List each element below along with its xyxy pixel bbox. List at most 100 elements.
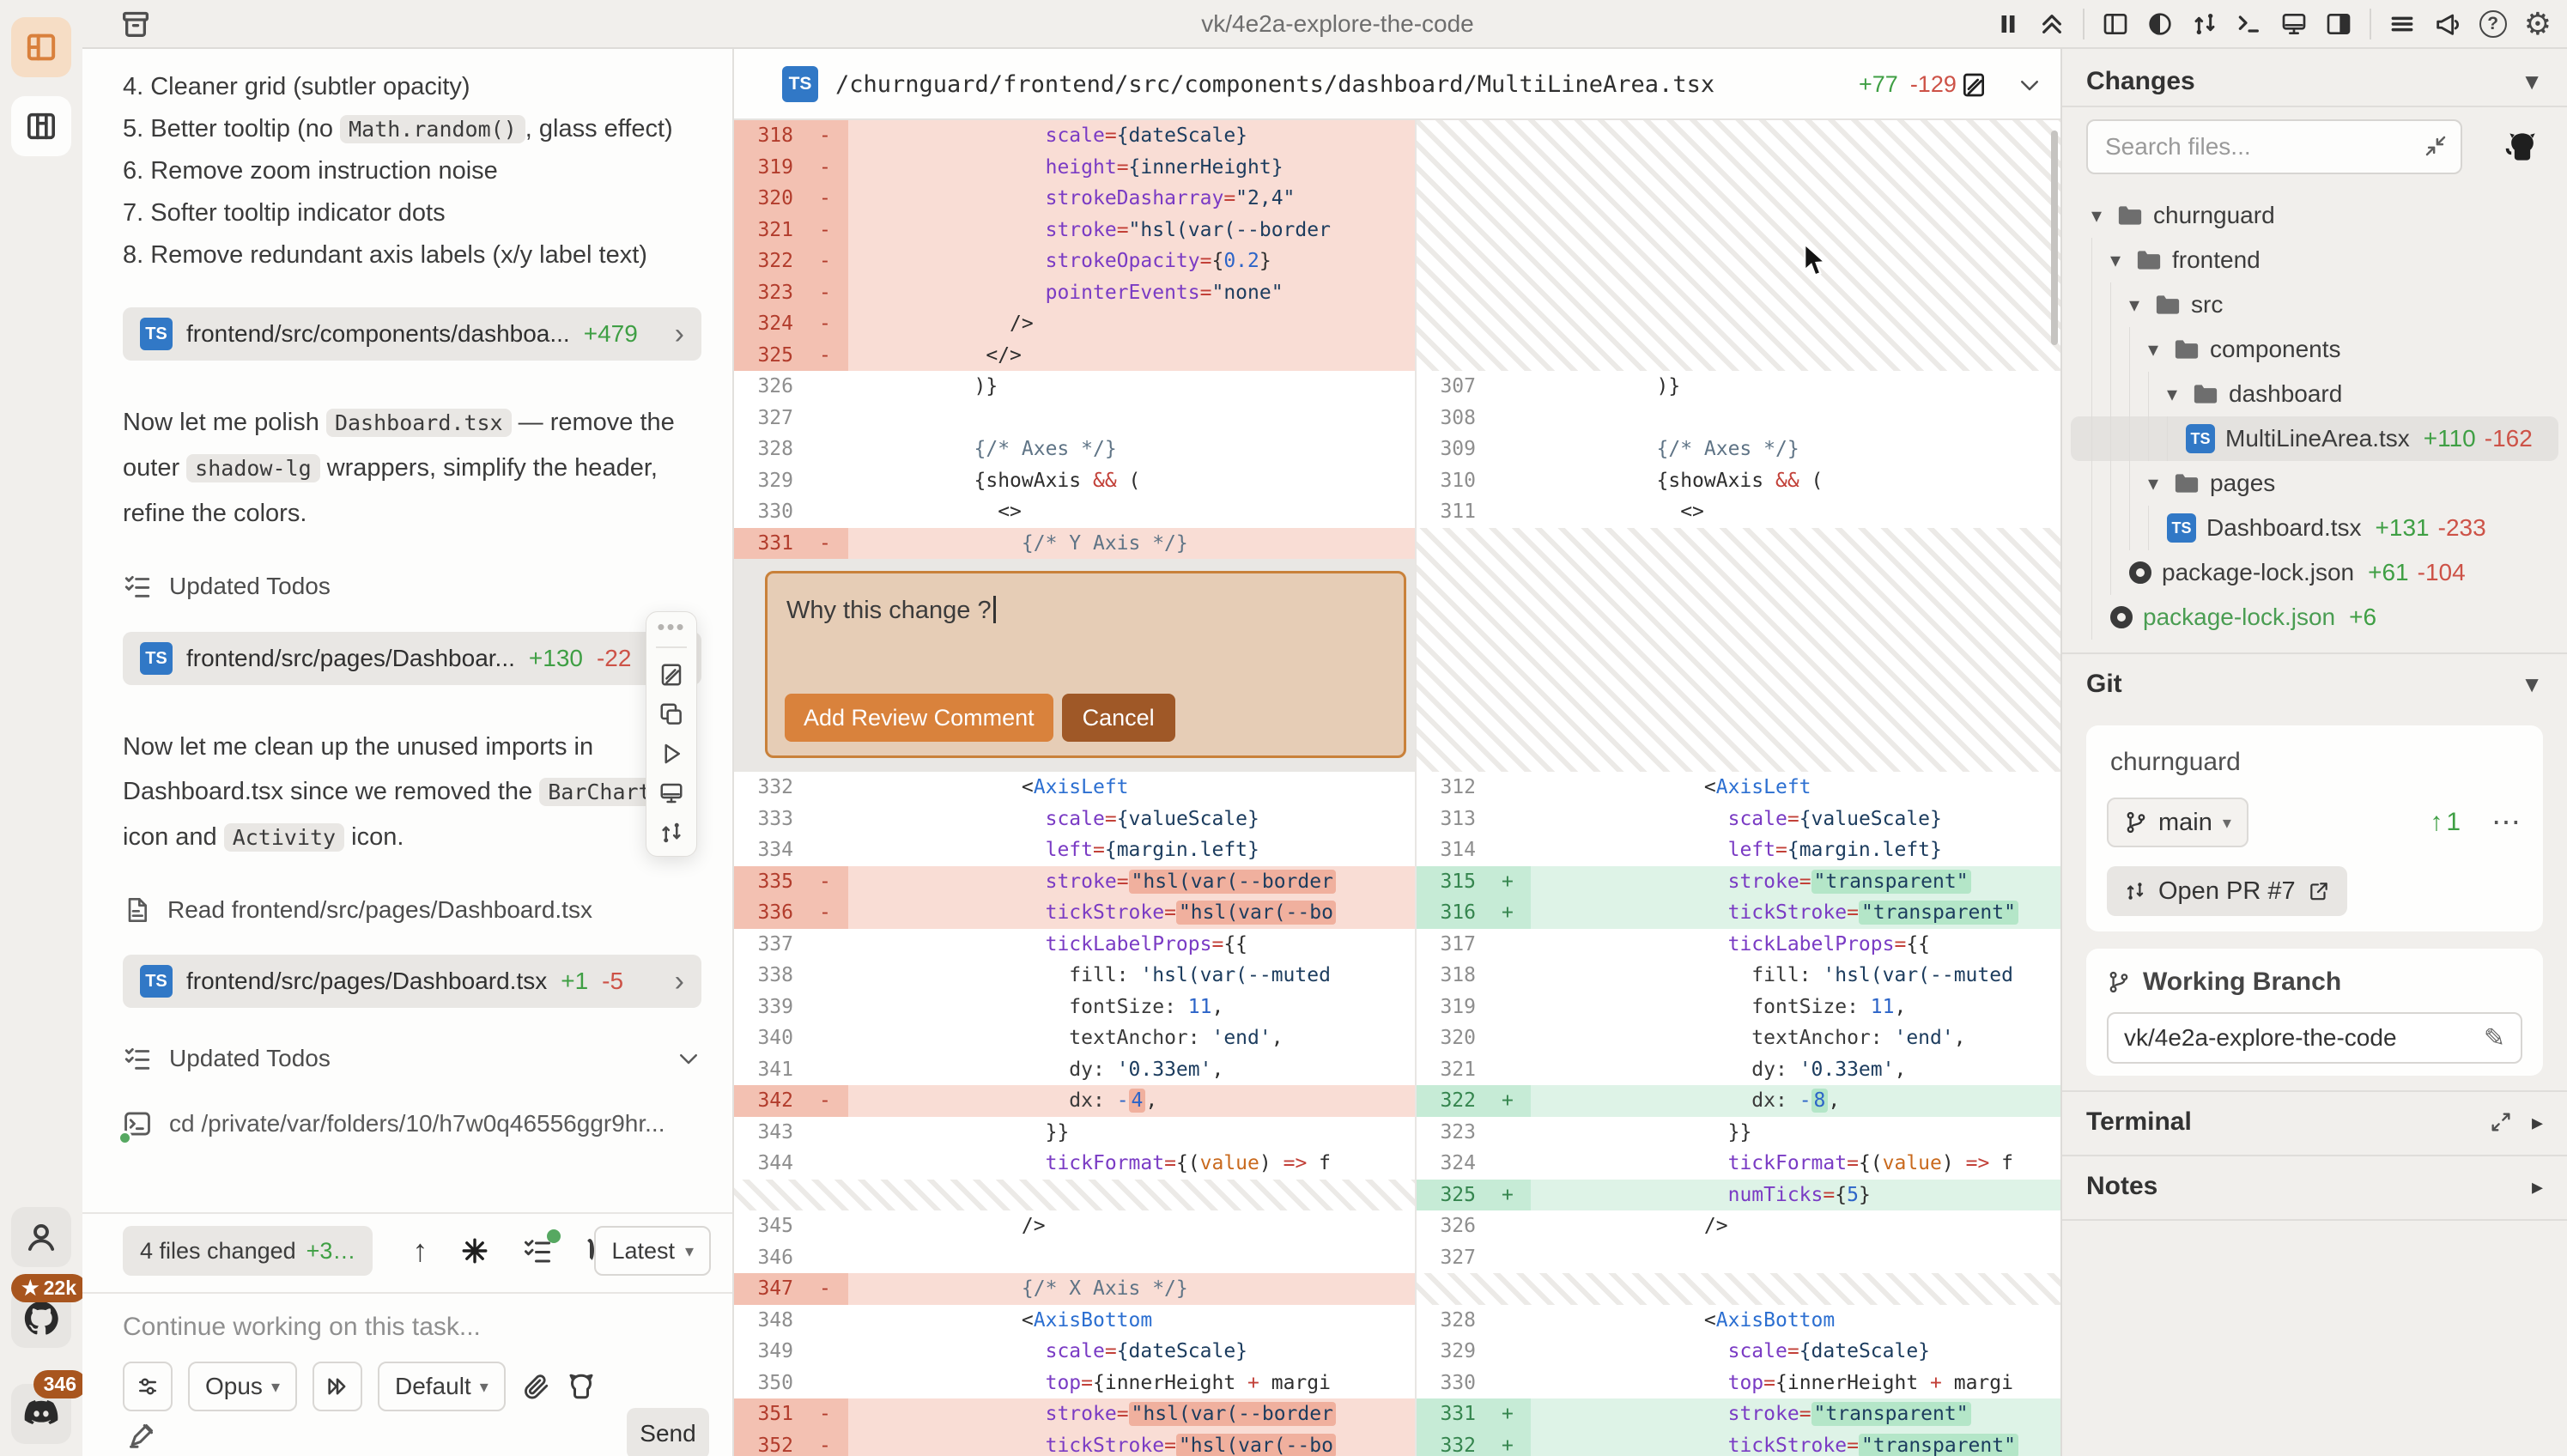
pause-icon[interactable] xyxy=(1995,11,2021,37)
diff-line-new[interactable]: 318fill: 'hsl(var(--muted xyxy=(1417,960,2060,992)
todo-row[interactable]: Updated Todos xyxy=(123,572,701,601)
git-compare-icon[interactable] xyxy=(658,820,684,846)
review-comment-text[interactable]: Why this change ? xyxy=(786,596,996,625)
panel-left-icon[interactable] xyxy=(2102,10,2129,38)
diff-line-old[interactable]: 343}} xyxy=(734,1117,1415,1149)
highlighter-icon[interactable] xyxy=(127,1419,158,1450)
push-ahead-count[interactable]: ↑ 1 xyxy=(2430,808,2461,837)
diff-line-old[interactable]: 342-dx: -4, xyxy=(734,1085,1415,1117)
diff-line-new[interactable]: 310{showAxis && ( xyxy=(1417,465,2060,497)
version-dropdown[interactable]: Latest▾ xyxy=(594,1226,711,1276)
diff-line-old[interactable]: 348<AxisBottom xyxy=(734,1305,1415,1337)
tree-file-row[interactable]: package-lock.json+6 xyxy=(2071,595,2558,640)
diff-line-new[interactable]: 315+stroke="transparent" xyxy=(1417,866,2060,898)
chevron-down-icon[interactable]: ▾ xyxy=(2148,471,2174,496)
diff-line-old[interactable]: 344tickFormat={(value) => f xyxy=(734,1148,1415,1180)
mode-dropdown[interactable]: Default▾ xyxy=(378,1362,506,1411)
diff-line-new[interactable]: 327 xyxy=(1417,1242,2060,1274)
diff-line-new[interactable]: 307)} xyxy=(1417,371,2060,403)
edit-pencil-icon[interactable]: ✎ xyxy=(2484,1023,2505,1053)
todo-row[interactable]: Updated Todos xyxy=(123,1044,701,1073)
diff-line-old[interactable]: 340textAnchor: 'end', xyxy=(734,1022,1415,1054)
monitor-icon[interactable] xyxy=(2280,10,2308,38)
diff-line-new[interactable]: 313scale={valueScale} xyxy=(1417,804,2060,835)
tree-file-row[interactable]: TSMultiLineArea.tsx+110-162 xyxy=(2071,416,2558,461)
diff-line-new[interactable]: 326/> xyxy=(1417,1210,2060,1242)
chevron-down-icon[interactable]: ▾ xyxy=(2091,203,2117,228)
diff-line-old[interactable]: 327 xyxy=(734,403,1415,434)
spark-icon[interactable] xyxy=(460,1236,489,1265)
notes-section-header[interactable]: Notes ▸ xyxy=(2062,1161,2567,1212)
discord-button[interactable]: 346 xyxy=(11,1384,71,1444)
diff-line-old[interactable]: 349scale={dateScale} xyxy=(734,1336,1415,1368)
diff-line-old[interactable]: 323-pointerEvents="none" xyxy=(734,277,1415,309)
diff-line-old[interactable]: 324-/> xyxy=(734,308,1415,340)
diff-line-old[interactable]: 330<> xyxy=(734,496,1415,528)
tree-folder-row[interactable]: ▾frontend xyxy=(2071,238,2558,282)
diff-line-old[interactable]: 345/> xyxy=(734,1210,1415,1242)
diff-line-old[interactable]: 352-tickStroke="hsl(var(--bo xyxy=(734,1430,1415,1456)
chevron-down-icon[interactable]: ▾ xyxy=(2167,382,2193,407)
panel-right-icon[interactable] xyxy=(2325,10,2352,38)
help-icon[interactable]: ? xyxy=(2479,10,2507,38)
diff-line-new[interactable]: 332+tickStroke="transparent" xyxy=(1417,1430,2060,1456)
diff-line-new[interactable]: 309{/* Axes */} xyxy=(1417,434,2060,465)
copy-icon[interactable] xyxy=(658,701,684,727)
model-dropdown[interactable]: Opus▾ xyxy=(188,1362,297,1411)
tree-file-row[interactable]: package-lock.json+61-104 xyxy=(2071,550,2558,595)
cancel-button[interactable]: Cancel xyxy=(1062,694,1175,742)
attach-icon[interactable] xyxy=(521,1372,550,1401)
branch-dropdown[interactable]: main▾ xyxy=(2107,798,2248,847)
diff-line-new[interactable]: 316+tickStroke="transparent" xyxy=(1417,897,2060,929)
todos-icon[interactable] xyxy=(522,1235,553,1266)
diff-line-old[interactable]: 329{showAxis && ( xyxy=(734,465,1415,497)
file-edit-chip[interactable]: TSfrontend/src/components/dashboa...+479… xyxy=(123,307,701,361)
chevron-down-icon[interactable]: ▾ xyxy=(2129,293,2155,318)
composer-input[interactable]: Continue working on this task... xyxy=(123,1313,481,1342)
tree-folder-row[interactable]: ▾src xyxy=(2071,282,2558,327)
diff-line-new[interactable]: 308 xyxy=(1417,403,2060,434)
diff-line-old[interactable]: 339fontSize: 11, xyxy=(734,992,1415,1023)
diff-line-new[interactable]: 328<AxisBottom xyxy=(1417,1305,2060,1337)
diff-line-old[interactable]: 334left={margin.left} xyxy=(734,834,1415,866)
terminal-command-row[interactable]: cd /private/var/folders/10/h7w0q46556ggr… xyxy=(123,1109,701,1138)
diff-line-new[interactable]: 317tickLabelProps={{ xyxy=(1417,929,2060,961)
terminal-icon[interactable] xyxy=(2236,10,2263,38)
diff-line-old[interactable]: 322-strokeOpacity={0.2} xyxy=(734,246,1415,277)
tree-folder-row[interactable]: ▾components xyxy=(2071,327,2558,372)
diff-line-old[interactable]: 346 xyxy=(734,1242,1415,1274)
megaphone-icon[interactable] xyxy=(2433,9,2462,39)
chevron-down-icon[interactable] xyxy=(676,1046,701,1071)
github-stars-button[interactable]: ★22k xyxy=(11,1288,71,1348)
diff-line-new[interactable]: 324tickFormat={(value) => f xyxy=(1417,1148,2060,1180)
diff-line-old[interactable]: 318-scale={dateScale} xyxy=(734,120,1415,152)
diff-line-old[interactable]: 326)} xyxy=(734,371,1415,403)
search-files-input[interactable] xyxy=(2086,119,2462,174)
collapse-all-icon[interactable] xyxy=(2038,10,2066,38)
diff-line-new[interactable]: 323}} xyxy=(1417,1117,2060,1149)
diff-line-new[interactable]: 319fontSize: 11, xyxy=(1417,992,2060,1023)
add-review-comment-button[interactable]: Add Review Comment xyxy=(785,694,1053,742)
diff-line-old[interactable]: 325-</> xyxy=(734,340,1415,372)
github-cat-icon[interactable] xyxy=(566,1371,597,1402)
collapse-tree-icon[interactable] xyxy=(2423,133,2449,159)
diff-line-old[interactable]: 332<AxisLeft xyxy=(734,772,1415,804)
diff-line-new[interactable]: 320textAnchor: 'end', xyxy=(1417,1022,2060,1054)
workspace-layout-button[interactable] xyxy=(11,17,71,77)
ignore-whitespace-icon[interactable] xyxy=(1960,71,1987,99)
diff-line-old[interactable]: 341dy: '0.33em', xyxy=(734,1054,1415,1086)
terminal-section-header[interactable]: Terminal ▸ xyxy=(2062,1096,2567,1148)
fast-forward-button[interactable] xyxy=(313,1362,362,1411)
menu-icon[interactable] xyxy=(2388,10,2416,38)
diff-line-old[interactable]: 350top={innerHeight + margi xyxy=(734,1368,1415,1399)
archive-icon[interactable] xyxy=(118,7,153,41)
diff-line-old[interactable]: 320-strokeDasharray="2,4" xyxy=(734,183,1415,215)
contrast-icon[interactable] xyxy=(2146,10,2174,38)
file-edit-chip[interactable]: TSfrontend/src/pages/Dashboard.tsx+1-5› xyxy=(123,955,701,1008)
send-button[interactable]: Send xyxy=(627,1408,709,1456)
diff-line-new[interactable]: 312<AxisLeft xyxy=(1417,772,2060,804)
diff-line-new[interactable]: 322+dx: -8, xyxy=(1417,1085,2060,1117)
diff-line-old[interactable]: 337tickLabelProps={{ xyxy=(734,929,1415,961)
file-edit-chip[interactable]: TSfrontend/src/pages/Dashboar...+130-22 xyxy=(123,632,701,685)
working-branch-input[interactable]: vk/4e2a-explore-the-code ✎ xyxy=(2107,1012,2522,1064)
